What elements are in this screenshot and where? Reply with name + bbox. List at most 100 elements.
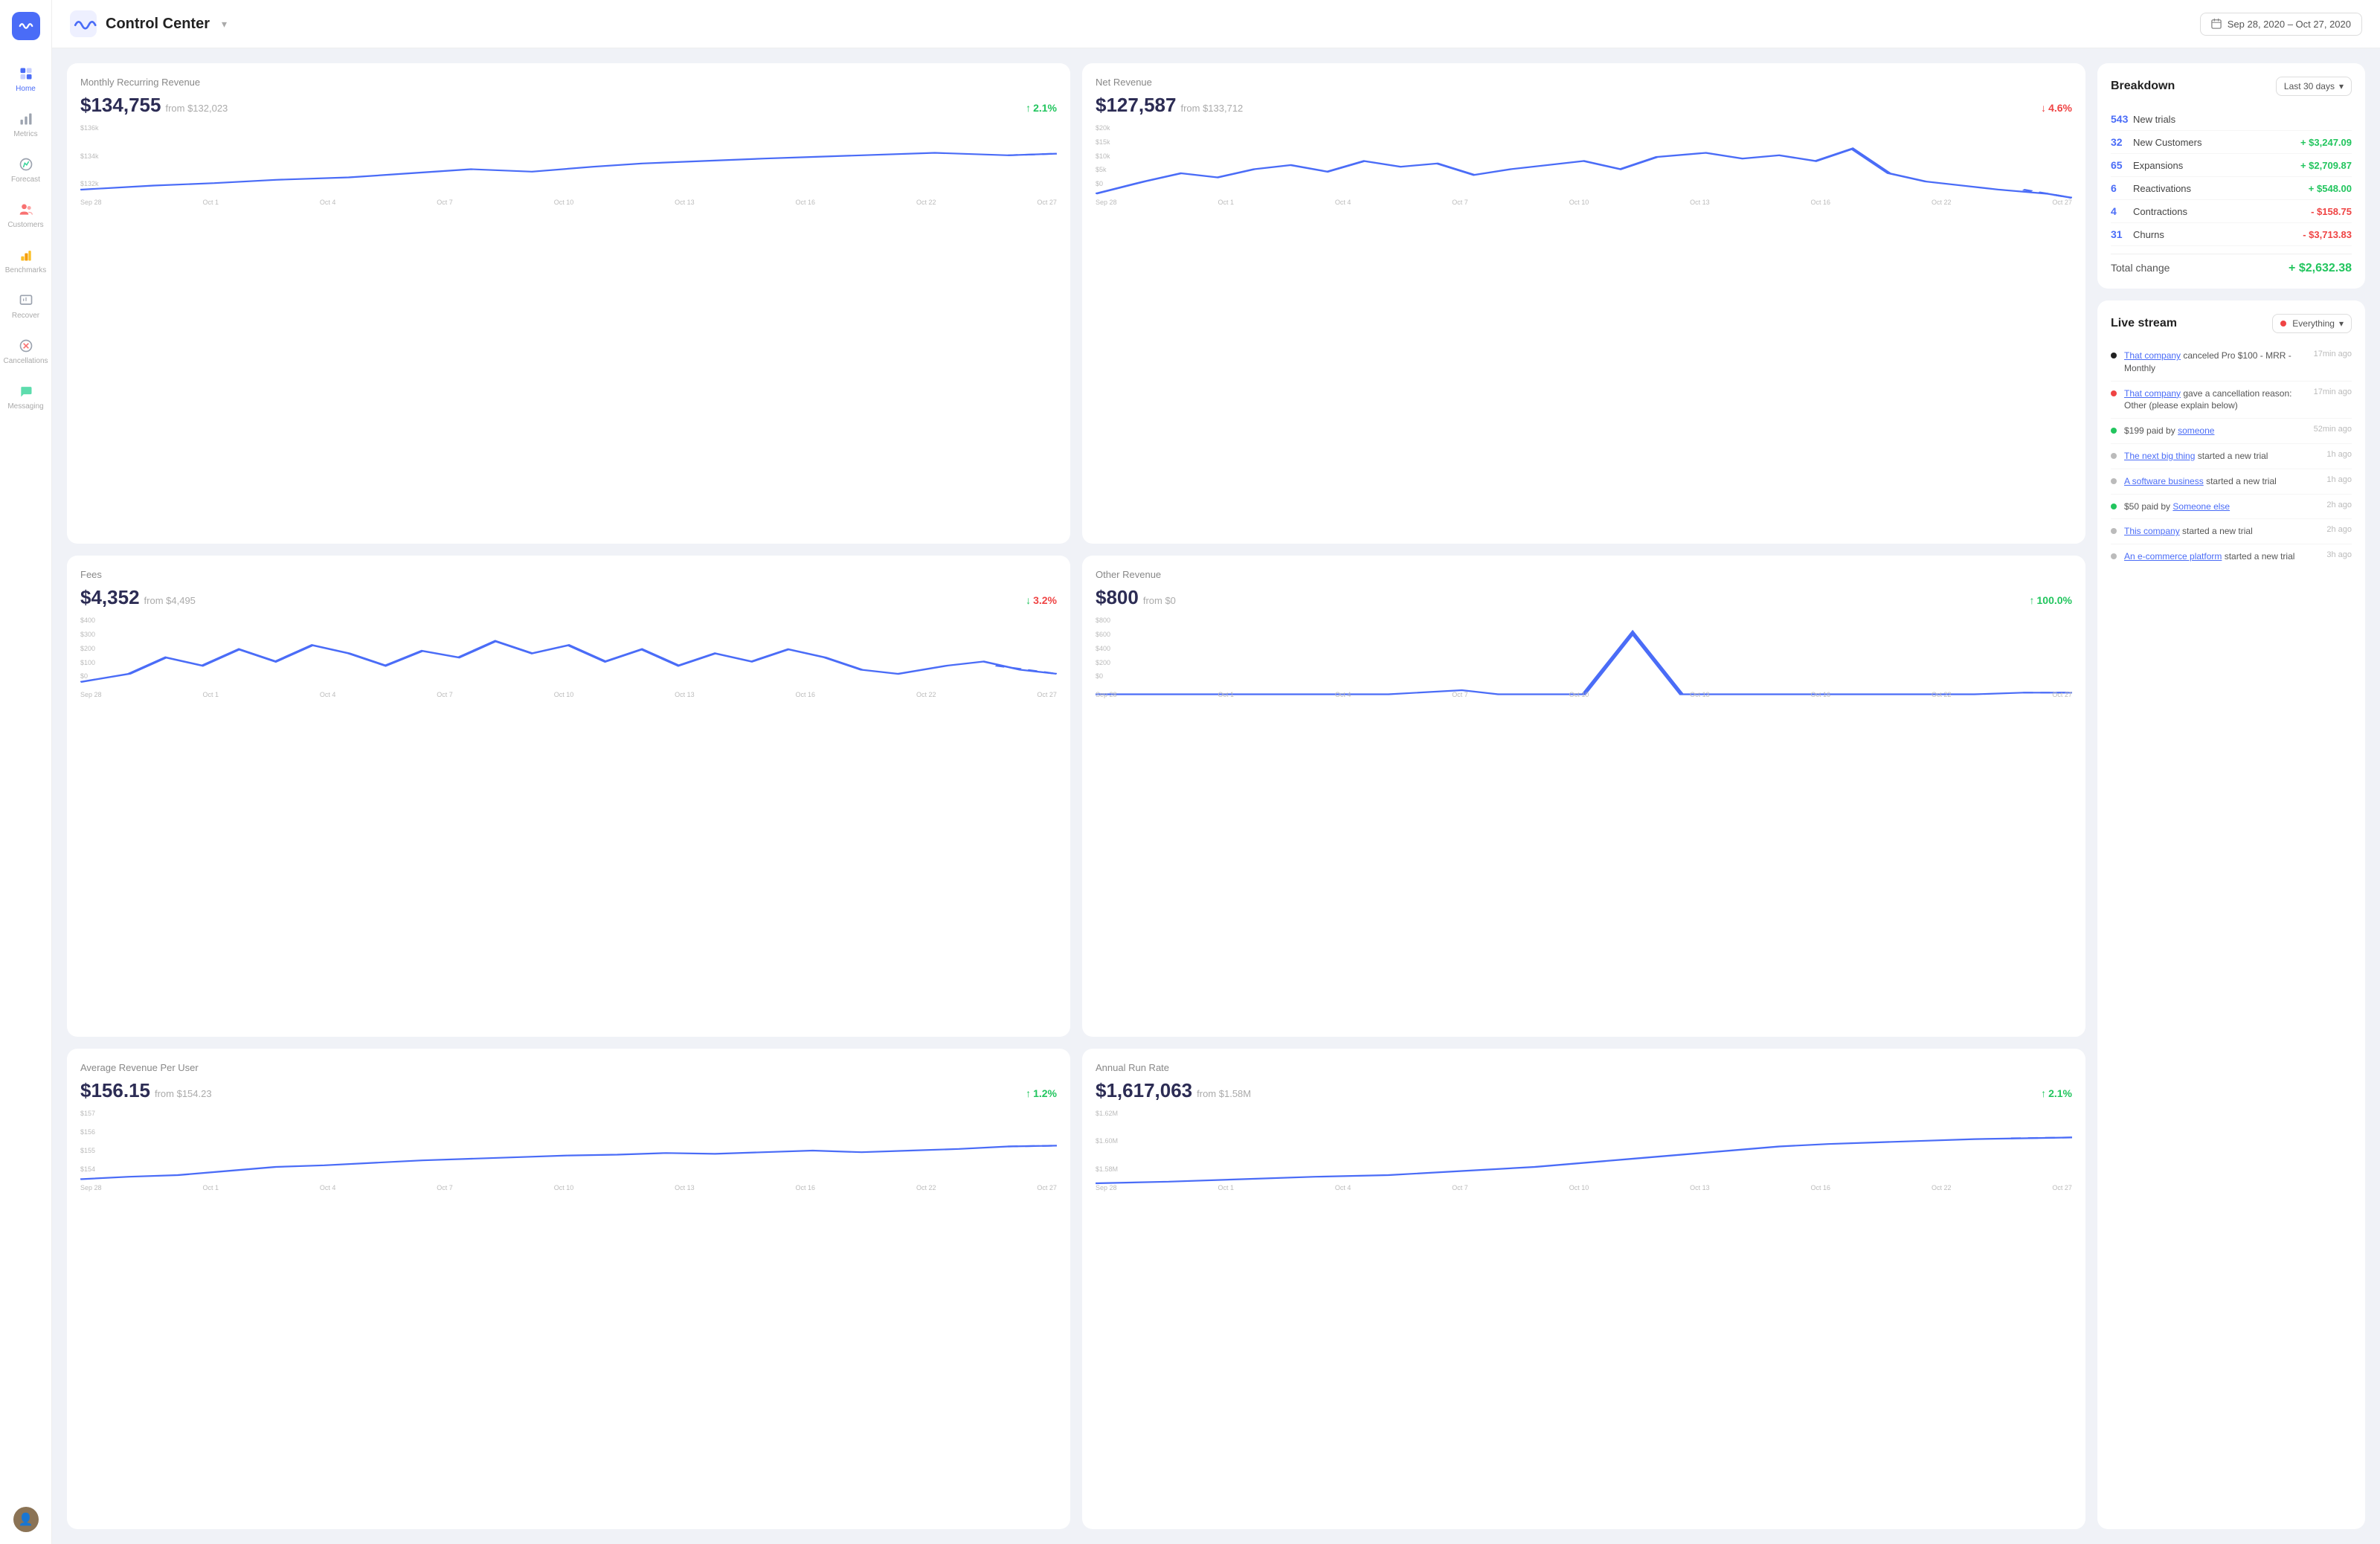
breakdown-churns-amount: - $3,713.83: [2303, 229, 2352, 240]
sidebar-item-label: Home: [16, 85, 36, 93]
sidebar-item-label: Messaging: [7, 402, 43, 411]
fees-title: Fees: [80, 569, 1057, 580]
event-text: $50 paid by Someone else: [2124, 501, 2319, 513]
event-link[interactable]: Someone else: [2172, 501, 2230, 512]
filter-dot: [2280, 321, 2286, 327]
fees-card: Fees $4,352 from $4,495 ↓ 3.2% Sep 28 Oc…: [67, 556, 1070, 1036]
event-text: That company canceled Pro $100 - MRR - M…: [2124, 350, 2306, 375]
arr-from: from $1.58M: [1197, 1088, 1251, 1099]
fees-value: $4,352: [80, 586, 140, 609]
event-time: 17min ago: [2314, 387, 2352, 396]
sidebar-item-recover[interactable]: Recover: [5, 285, 47, 327]
mrr-card: Monthly Recurring Revenue $134,755 from …: [67, 63, 1070, 544]
arrow-up-icon: ↑: [2041, 1087, 2046, 1099]
other-revenue-card: Other Revenue $800 from $0 ↑ 100.0% Sep …: [1082, 556, 2085, 1036]
breakdown-new-trials-label: New trials: [2133, 114, 2352, 125]
header-logo: [70, 10, 97, 37]
breakdown-row: 6 Reactivations + $548.00: [2111, 177, 2352, 200]
chevron-down-icon[interactable]: ▾: [222, 18, 227, 30]
breakdown-churns-num: 31: [2111, 228, 2133, 240]
breakdown-row: 4 Contractions - $158.75: [2111, 200, 2352, 223]
breakdown-title: Breakdown: [2111, 80, 2175, 93]
calendar-icon: [2211, 19, 2222, 29]
breakdown-contractions-label: Contractions: [2133, 206, 2311, 217]
event-dot-paid: [2111, 428, 2117, 434]
breakdown-new-customers-label: New Customers: [2133, 137, 2300, 148]
event-link[interactable]: A software business: [2124, 476, 2204, 486]
date-range-picker[interactable]: Sep 28, 2020 – Oct 27, 2020: [2200, 13, 2362, 36]
event-time: 2h ago: [2326, 501, 2352, 509]
sidebar-item-benchmarks[interactable]: Benchmarks: [5, 239, 47, 282]
event-link[interactable]: someone: [2178, 425, 2214, 436]
sidebar-item-forecast[interactable]: Forecast: [5, 149, 47, 191]
arr-chart: Sep 28 Oct 1 Oct 4 Oct 7 Oct 10 Oct 13 O…: [1096, 1110, 2072, 1191]
event-dot-trial2: [2111, 478, 2117, 484]
arr-title: Annual Run Rate: [1096, 1062, 2072, 1073]
breakdown-row: 31 Churns - $3,713.83: [2111, 223, 2352, 246]
event-time: 1h ago: [2326, 450, 2352, 459]
event-dot-canceled: [2111, 353, 2117, 358]
breakdown-new-customers-amount: + $3,247.09: [2300, 137, 2352, 148]
arpu-card: Average Revenue Per User $156.15 from $1…: [67, 1049, 1070, 1529]
breakdown-row: 32 New Customers + $3,247.09: [2111, 131, 2352, 154]
event-link[interactable]: An e-commerce platform: [2124, 551, 2222, 562]
breakdown-total-label: Total change: [2111, 262, 2170, 275]
breakdown-total-row: Total change + $2,632.38: [2111, 254, 2352, 275]
net-revenue-card: Net Revenue $127,587 from $133,712 ↓ 4.6…: [1082, 63, 2085, 544]
mrr-chart: Sep 28 Oct 1 Oct 4 Oct 7 Oct 10 Oct 13 O…: [80, 124, 1057, 206]
arrow-up-icon: ↑: [1026, 1087, 1031, 1099]
net-revenue-value: $127,587: [1096, 94, 1176, 117]
metrics-icon: [18, 111, 34, 127]
sidebar-item-label: Benchmarks: [5, 266, 47, 274]
arrow-up-icon: ↑: [1026, 102, 1031, 114]
sidebar-item-metrics[interactable]: Metrics: [5, 103, 47, 146]
other-revenue-from: from $0: [1143, 595, 1176, 606]
breakdown-expansions-num: 65: [2111, 159, 2133, 171]
chevron-down-icon: ▾: [2339, 318, 2344, 329]
sidebar-logo[interactable]: [12, 12, 40, 40]
sidebar-item-home[interactable]: Home: [5, 58, 47, 100]
arpu-chart: Sep 28 Oct 1 Oct 4 Oct 7 Oct 10 Oct 13 O…: [80, 1110, 1057, 1191]
sidebar-item-messaging[interactable]: Messaging: [5, 376, 47, 418]
sidebar-item-label: Metrics: [13, 130, 37, 138]
header: Control Center ▾ Sep 28, 2020 – Oct 27, …: [52, 0, 2380, 48]
livestream-title: Live stream: [2111, 317, 2177, 330]
breakdown-card: Breakdown Last 30 days ▾ 543 New trials …: [2097, 63, 2365, 289]
breakdown-period-select[interactable]: Last 30 days ▾: [2276, 77, 2352, 96]
sidebar-item-customers[interactable]: Customers: [5, 194, 47, 237]
event-link[interactable]: The next big thing: [2124, 451, 2195, 461]
breakdown-contractions-amount: - $158.75: [2311, 206, 2352, 217]
event-row: An e-commerce platform started a new tri…: [2111, 544, 2352, 569]
net-revenue-change: ↓ 4.6%: [2041, 102, 2072, 114]
mrr-title: Monthly Recurring Revenue: [80, 77, 1057, 88]
chevron-down-icon: ▾: [2339, 81, 2344, 91]
arrow-up-icon: ↑: [2030, 594, 2035, 606]
forecast-icon: [18, 156, 34, 173]
breakdown-reactivations-amount: + $548.00: [2309, 183, 2352, 194]
other-revenue-value: $800: [1096, 586, 1139, 609]
net-revenue-chart: Sep 28 Oct 1 Oct 4 Oct 7 Oct 10 Oct 13 O…: [1096, 124, 2072, 206]
event-dot-trial3: [2111, 528, 2117, 534]
mrr-from: from $132,023: [165, 103, 228, 114]
benchmarks-icon: [18, 247, 34, 263]
event-link[interactable]: This company: [2124, 526, 2180, 536]
event-dot-paid2: [2111, 504, 2117, 509]
sidebar: Home Metrics Forecast Customers Benchmar…: [0, 0, 52, 1544]
sidebar-item-cancellations[interactable]: Cancellations: [5, 330, 47, 373]
date-range-label: Sep 28, 2020 – Oct 27, 2020: [2228, 19, 2351, 30]
livestream-filter-select[interactable]: Everything ▾: [2272, 314, 2352, 333]
event-text: A software business started a new trial: [2124, 475, 2319, 488]
event-link[interactable]: That company: [2124, 388, 2181, 399]
breakdown-churns-label: Churns: [2133, 229, 2303, 240]
user-avatar[interactable]: 👤: [13, 1507, 39, 1532]
event-link[interactable]: That company: [2124, 350, 2181, 361]
page-title: Control Center: [106, 16, 210, 33]
sidebar-item-label: Forecast: [11, 176, 40, 184]
arr-value: $1,617,063: [1096, 1079, 1192, 1102]
other-revenue-title: Other Revenue: [1096, 569, 2072, 580]
breakdown-reactivations-label: Reactivations: [2133, 183, 2309, 194]
event-row: That company gave a cancellation reason:…: [2111, 382, 2352, 419]
arpu-from: from $154.23: [155, 1088, 212, 1099]
breakdown-row: 543 New trials: [2111, 108, 2352, 131]
event-time: 3h ago: [2326, 550, 2352, 559]
